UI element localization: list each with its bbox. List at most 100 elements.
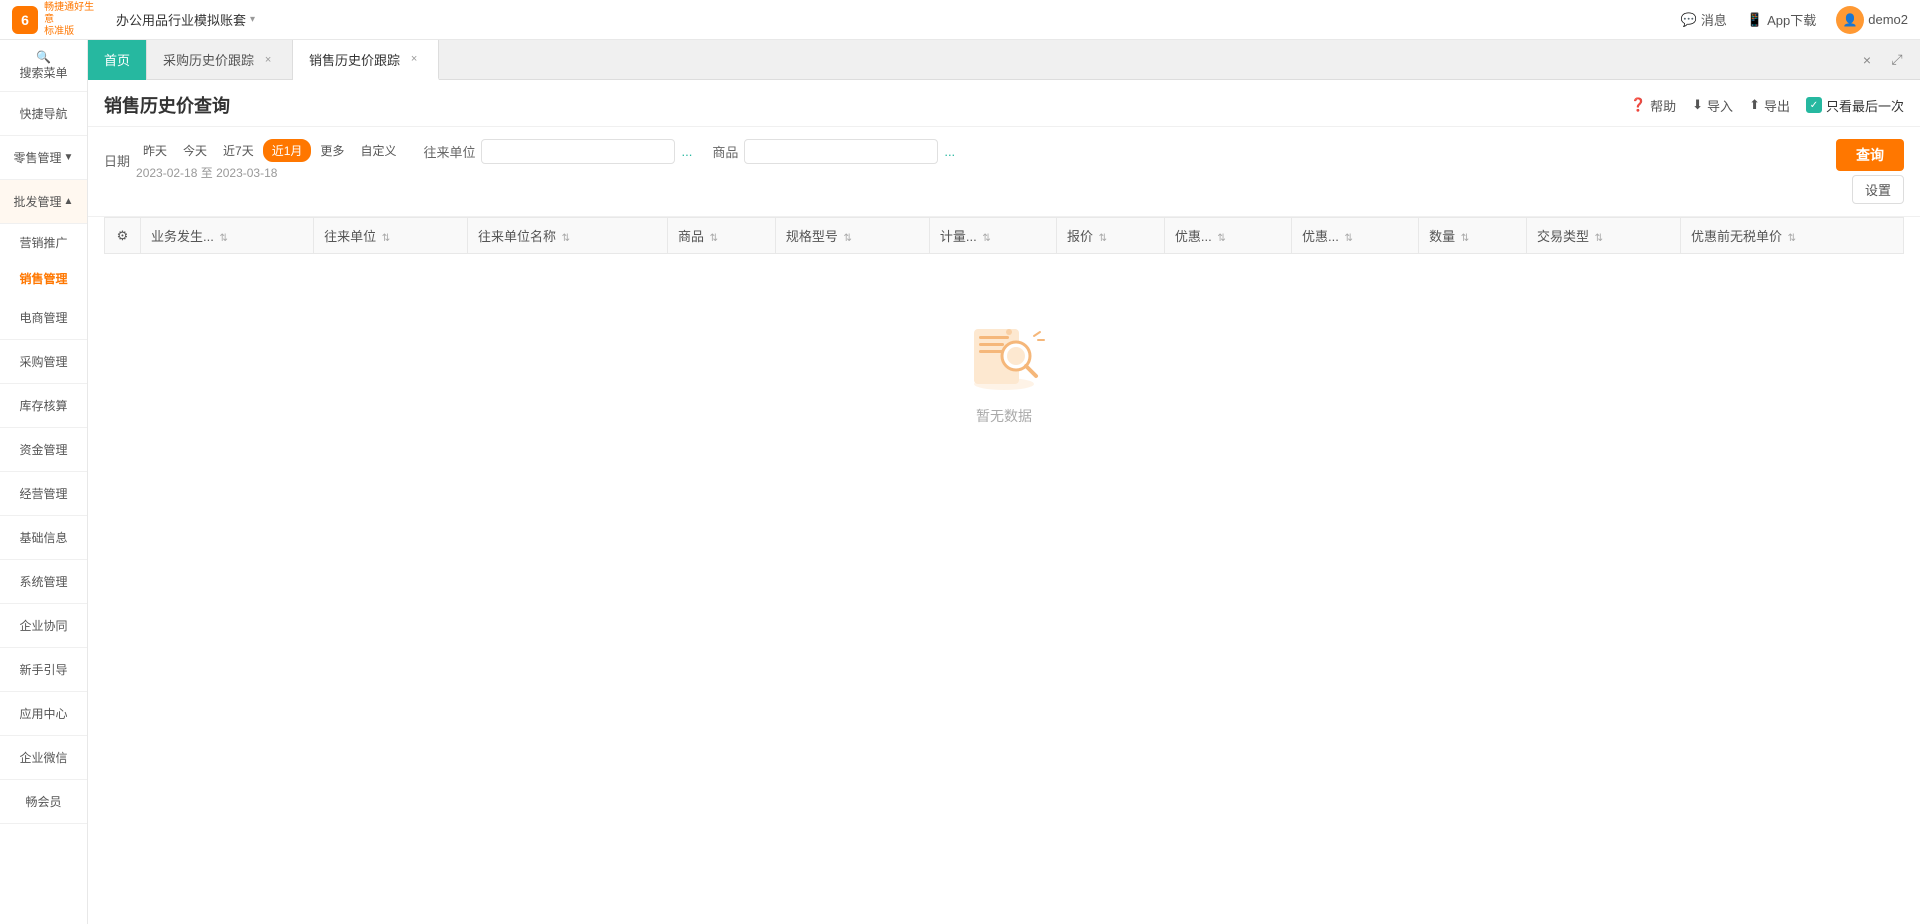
customer-picker-button[interactable]: ... — [681, 144, 692, 159]
sidebar-item-marketing[interactable]: 营销推广 — [0, 224, 87, 260]
date-btn-7days[interactable]: 近7天 — [216, 139, 261, 162]
filter-bar: 日期 昨天 今天 近7天 近1月 更多 自定义 2023-02-18 至 202… — [88, 127, 1920, 217]
table-col-unit[interactable]: 计量... ⇅ — [929, 218, 1056, 254]
search-icon: 🔍 — [36, 50, 51, 64]
sort-icon: ⇅ — [1461, 233, 1469, 244]
export-button[interactable]: ⬆ 导出 — [1749, 96, 1790, 115]
import-button[interactable]: ⬇ 导入 — [1692, 96, 1733, 115]
table-col-settings[interactable]: ⚙ — [105, 218, 141, 254]
window-maximize-button[interactable]: ⤢ — [1886, 49, 1908, 71]
message-icon: 💬 — [1681, 12, 1697, 28]
table-col-discount1[interactable]: 优惠... ⇅ — [1164, 218, 1291, 254]
app-download-button[interactable]: 📱 App下载 — [1747, 10, 1816, 29]
goods-input[interactable] — [744, 139, 938, 164]
page-header-actions: ❓ 帮助 ⬇ 导入 ⬆ 导出 ✓ 只看最后一次 — [1630, 96, 1904, 115]
tab-controls: × ⤢ — [1844, 49, 1920, 71]
empty-state: 暂无数据 — [104, 254, 1904, 486]
sort-icon: ⇅ — [382, 233, 390, 244]
user-menu-button[interactable]: 👤 demo2 — [1836, 6, 1908, 34]
date-btn-more[interactable]: 更多 — [313, 139, 351, 162]
message-button[interactable]: 💬 消息 — [1681, 10, 1727, 29]
header-actions: 💬 消息 📱 App下载 👤 demo2 — [1681, 6, 1908, 34]
table-col-partner-code[interactable]: 往来单位 ⇅ — [314, 218, 468, 254]
goods-picker-button[interactable]: ... — [944, 144, 955, 159]
import-icon: ⬇ — [1692, 97, 1703, 113]
help-button[interactable]: ❓ 帮助 — [1630, 96, 1676, 115]
goods-filter-group: 商品 ... — [712, 139, 955, 164]
sort-icon: ⇅ — [1788, 233, 1796, 244]
sidebar-item-purchase[interactable]: 采购管理 — [0, 340, 87, 384]
logo-icon: 6 — [12, 6, 38, 34]
logo-area: 6 畅捷通好生意 标准版 — [12, 2, 100, 38]
customer-input-group: ... — [481, 139, 692, 164]
date-btn-custom[interactable]: 自定义 — [353, 139, 403, 162]
sidebar-item-ecommerce[interactable]: 电商管理 — [0, 296, 87, 340]
sidebar-item-guide[interactable]: 新手引导 — [0, 648, 87, 692]
filter-right-actions: 查询 设置 — [1836, 139, 1904, 204]
sidebar-item-retail[interactable]: 零售管理 ▼ — [0, 136, 87, 180]
date-label: 日期 — [104, 151, 130, 170]
tab-bar: 首页 采购历史价跟踪 × 销售历史价跟踪 × × ⤢ — [88, 40, 1920, 80]
goods-input-group: ... — [744, 139, 955, 164]
only-last-checkbox[interactable]: ✓ — [1806, 97, 1822, 113]
sidebar-item-finance[interactable]: 资金管理 — [0, 428, 87, 472]
sidebar: 🔍 搜索菜单 快捷导航 零售管理 ▼ 批发管理 ▲ 营销推广 销售管理 电商管理… — [0, 40, 88, 924]
table-col-goods[interactable]: 商品 ⇅ — [667, 218, 775, 254]
chevron-down-icon: ▾ — [250, 14, 255, 25]
customer-input[interactable] — [481, 139, 675, 164]
chevron-icon: ▲ — [64, 196, 74, 207]
tab-close-purchase[interactable]: × — [260, 52, 276, 68]
content-area: 首页 采购历史价跟踪 × 销售历史价跟踪 × × ⤢ 销售历史价查询 — [88, 40, 1920, 924]
sidebar-item-shortcuts[interactable]: 快捷导航 — [0, 92, 87, 136]
date-buttons: 昨天 今天 近7天 近1月 更多 自定义 — [136, 139, 403, 162]
sidebar-item-sales[interactable]: 销售管理 — [0, 260, 87, 296]
table-header-row: ⚙ 业务发生... ⇅ 往来单位 ⇅ 往来单位名称 — [105, 218, 1904, 254]
date-btn-today[interactable]: 今天 — [176, 139, 214, 162]
avatar: 👤 — [1836, 6, 1864, 34]
table-col-pretax-price[interactable]: 优惠前无税单价 ⇅ — [1680, 218, 1903, 254]
filter-settings-button[interactable]: 设置 — [1852, 175, 1904, 204]
sidebar-item-enterprise[interactable]: 企业协同 — [0, 604, 87, 648]
tab-close-sales[interactable]: × — [406, 51, 422, 67]
table-col-spec[interactable]: 规格型号 ⇅ — [775, 218, 929, 254]
table-col-partner-name[interactable]: 往来单位名称 ⇅ — [468, 218, 668, 254]
sort-icon: ⇅ — [710, 233, 718, 244]
date-filter-group: 日期 昨天 今天 近7天 近1月 更多 自定义 2023-02-18 至 202… — [104, 139, 403, 181]
sidebar-item-basics[interactable]: 基础信息 — [0, 516, 87, 560]
gear-icon: ⚙ — [117, 228, 129, 243]
sidebar-item-operations[interactable]: 经营管理 — [0, 472, 87, 516]
sort-icon: ⇅ — [562, 233, 570, 244]
sort-icon: ⇅ — [982, 233, 990, 244]
customer-label: 往来单位 — [423, 142, 475, 161]
page-content: 销售历史价查询 ❓ 帮助 ⬇ 导入 ⬆ 导出 ✓ — [88, 80, 1920, 924]
sidebar-item-search[interactable]: 🔍 搜索菜单 — [0, 40, 87, 92]
tab-sales-history[interactable]: 销售历史价跟踪 × — [293, 40, 439, 80]
page-title: 销售历史价查询 — [104, 92, 230, 118]
date-btn-1month[interactable]: 近1月 — [263, 139, 312, 162]
company-selector[interactable]: 办公用品行业模拟账套 ▾ — [108, 6, 263, 33]
sort-icon: ⇅ — [1595, 233, 1603, 244]
sidebar-item-inventory[interactable]: 库存核算 — [0, 384, 87, 428]
table-col-quote-price[interactable]: 报价 ⇅ — [1056, 218, 1164, 254]
logo-text: 畅捷通好生意 标准版 — [44, 2, 100, 38]
sidebar-item-wholesale[interactable]: 批发管理 ▲ — [0, 180, 87, 224]
sort-icon: ⇅ — [1217, 233, 1225, 244]
help-icon: ❓ — [1630, 97, 1646, 113]
table-col-trade-type[interactable]: 交易类型 ⇅ — [1527, 218, 1681, 254]
sort-icon: ⇅ — [1344, 233, 1352, 244]
date-btn-yesterday[interactable]: 昨天 — [136, 139, 174, 162]
tab-purchase-history[interactable]: 采购历史价跟踪 × — [147, 40, 293, 80]
sidebar-item-system[interactable]: 系统管理 — [0, 560, 87, 604]
table-col-quantity[interactable]: 数量 ⇅ — [1419, 218, 1527, 254]
window-close-button[interactable]: × — [1856, 49, 1878, 71]
page-header: 销售历史价查询 ❓ 帮助 ⬇ 导入 ⬆ 导出 ✓ — [88, 80, 1920, 127]
phone-icon: 📱 — [1747, 12, 1763, 28]
table-col-discount2[interactable]: 优惠... ⇅ — [1291, 218, 1418, 254]
query-button[interactable]: 查询 — [1836, 139, 1904, 171]
only-last-checkbox-group[interactable]: ✓ 只看最后一次 — [1806, 96, 1904, 115]
table-col-business-date[interactable]: 业务发生... ⇅ — [141, 218, 314, 254]
sidebar-item-apps[interactable]: 应用中心 — [0, 692, 87, 736]
sidebar-item-vip[interactable]: 畅会员 — [0, 780, 87, 824]
tab-home[interactable]: 首页 — [88, 40, 147, 80]
sidebar-item-weixin[interactable]: 企业微信 — [0, 736, 87, 780]
